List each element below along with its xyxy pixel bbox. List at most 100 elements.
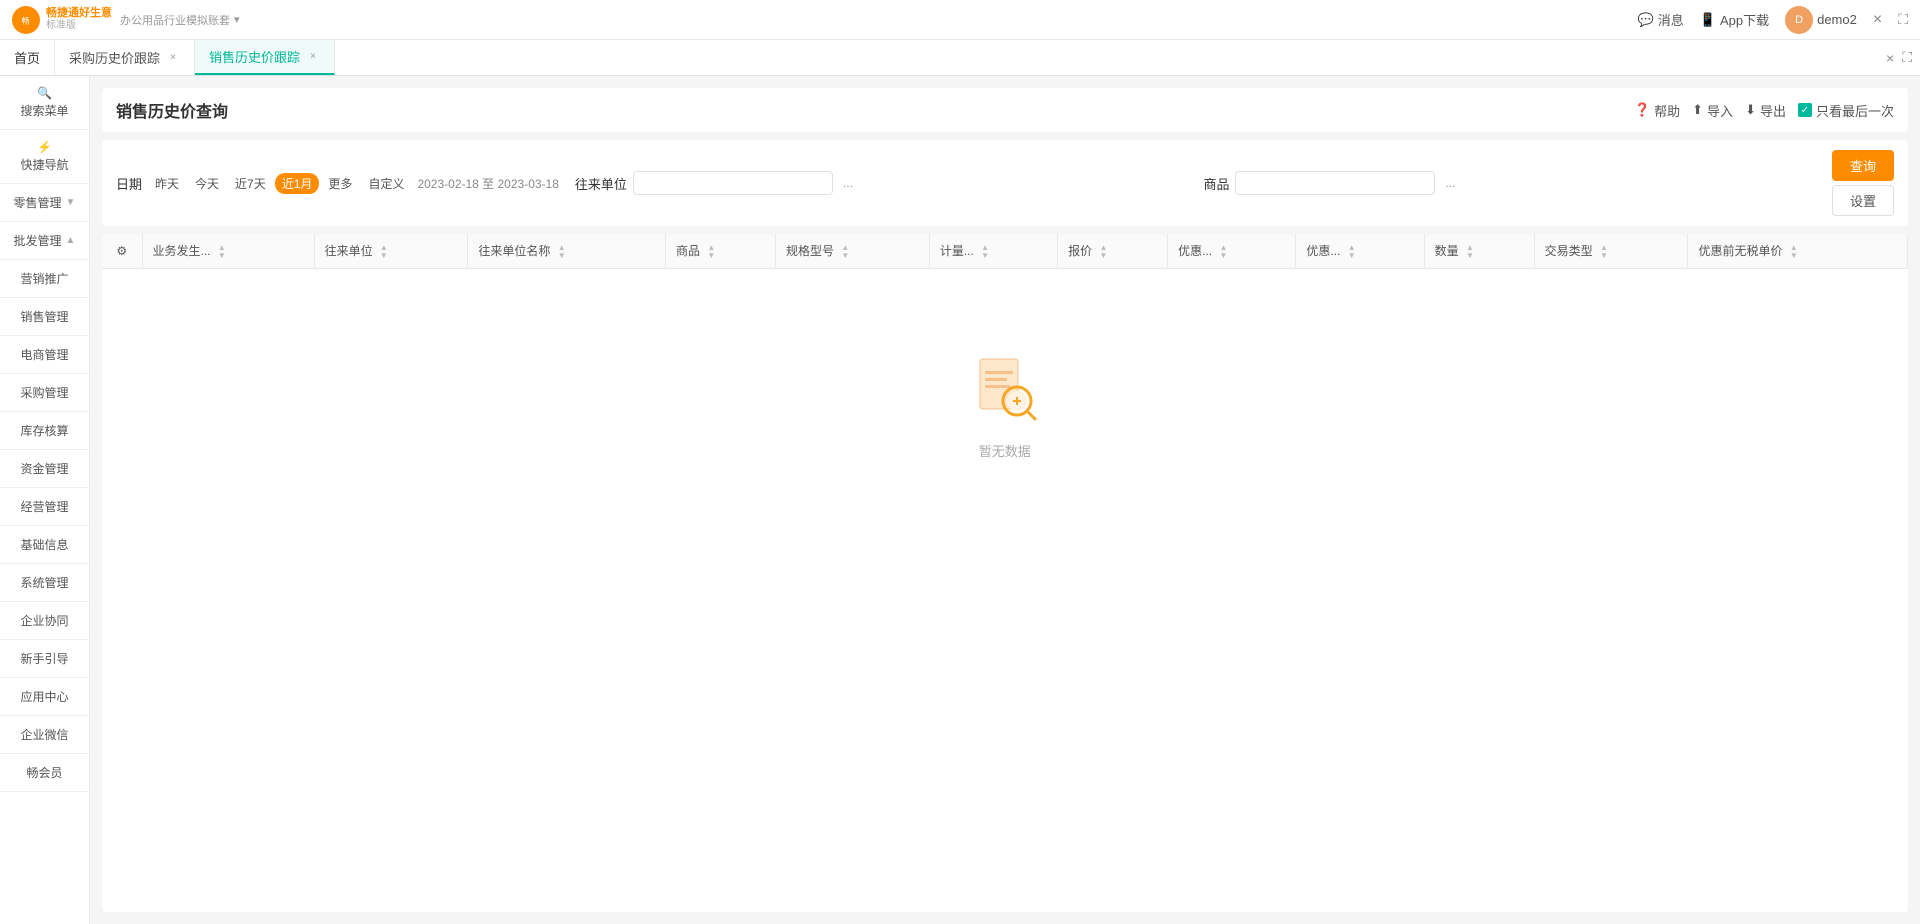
tab-fullscreen-icon[interactable]: ⛶ (1902, 49, 1912, 66)
date-label: 日期 (116, 174, 142, 193)
date-btn-custom[interactable]: 自定义 (361, 173, 411, 194)
sort-arrows-partner-code: ▲▼ (380, 244, 388, 260)
sidebar-item-ecommerce[interactable]: 电商管理 (0, 336, 89, 374)
tab-sales-history[interactable]: 销售历史价跟踪 × (195, 40, 335, 75)
retail-mgmt-label: 零售管理 (14, 194, 62, 211)
col-partner-code[interactable]: 往来单位 ▲▼ (314, 234, 468, 268)
sidebar-item-app-center[interactable]: 应用中心 (0, 678, 89, 716)
svg-text:畅: 畅 (22, 15, 30, 25)
col-spec[interactable]: 规格型号 ▲▼ (776, 234, 930, 268)
sidebar-item-basic-info[interactable]: 基础信息 (0, 526, 89, 564)
page-title: 销售历史价查询 (116, 98, 228, 122)
sidebar-item-inventory[interactable]: 库存核算 (0, 412, 89, 450)
filter-bar: 日期 昨天 今天 近7天 近1月 更多 自定义 2023-02-18 至 202… (102, 140, 1908, 226)
product-input[interactable] (1235, 171, 1435, 195)
app-download-icon: 📱 (1700, 12, 1716, 28)
date-btn-more[interactable]: 更多 (321, 173, 359, 194)
empty-text: 暂无数据 (979, 441, 1031, 460)
col-partner-name-label: 往来单位名称 (478, 244, 550, 258)
quick-nav-label: 快捷导航 (20, 156, 68, 173)
sidebar: 🔍 搜索菜单 ⚡ 快捷导航 零售管理 ▼ 批发管理 ▲ 营销推广 销售管理 电商… (0, 76, 90, 924)
col-pretax-price[interactable]: 优惠前无税单价 ▲▼ (1688, 234, 1908, 268)
wholesale-mgmt-arrow: ▲ (66, 235, 76, 246)
tab-purchase-history-close[interactable]: × (166, 51, 180, 65)
sidebar-item-operations[interactable]: 经营管理 (0, 488, 89, 526)
inventory-label: 库存核算 (20, 422, 68, 439)
sidebar-item-retail-mgmt[interactable]: 零售管理 ▼ (0, 184, 89, 222)
col-settings[interactable]: ⚙ (102, 234, 142, 268)
tab-close-all-icon[interactable]: × (1886, 50, 1894, 66)
col-product[interactable]: 商品 ▲▼ (665, 234, 775, 268)
date-options: 昨天 今天 近7天 近1月 更多 自定义 (148, 173, 411, 194)
app-download-action[interactable]: 📱 App下载 (1700, 10, 1769, 29)
sidebar-item-system[interactable]: 系统管理 (0, 564, 89, 602)
product-label: 商品 (1203, 174, 1229, 193)
query-button[interactable]: 查询 (1832, 150, 1894, 181)
table-header-row: ⚙ 业务发生... ▲▼ 往来单位 ▲▼ (102, 234, 1908, 268)
main-layout: 🔍 搜索菜单 ⚡ 快捷导航 零售管理 ▼ 批发管理 ▲ 营销推广 销售管理 电商… (0, 76, 1920, 924)
app-selector[interactable]: 办公用品行业模拟账套 ▾ (120, 12, 240, 28)
import-button[interactable]: ⬆ 导入 (1692, 101, 1733, 120)
tab-home[interactable]: 首页 (0, 40, 55, 75)
sidebar-item-purchase-mgmt[interactable]: 采购管理 (0, 374, 89, 412)
username: demo2 (1817, 12, 1857, 27)
col-trade-type[interactable]: 交易类型 ▲▼ (1534, 234, 1688, 268)
help-label: 帮助 (1654, 101, 1680, 120)
tab-sales-history-label: 销售历史价跟踪 (209, 47, 300, 66)
sort-arrows-product: ▲▼ (707, 244, 715, 260)
user-profile[interactable]: D demo2 (1785, 6, 1857, 34)
sidebar-item-member[interactable]: 畅会员 (0, 754, 89, 792)
sidebar-item-sales-mgmt[interactable]: 销售管理 (0, 298, 89, 336)
sidebar-item-finance[interactable]: 资金管理 (0, 450, 89, 488)
sidebar-item-marketing[interactable]: 营销推广 (0, 260, 89, 298)
col-discount2[interactable]: 优惠... ▲▼ (1296, 234, 1424, 268)
col-partner-code-label: 往来单位 (325, 244, 373, 258)
sidebar-item-wholesale-mgmt[interactable]: 批发管理 ▲ (0, 222, 89, 260)
window-close-btn[interactable]: × (1873, 11, 1882, 29)
settings-button[interactable]: 设置 (1832, 185, 1894, 216)
page-content: 销售历史价查询 ❓ 帮助 ⬆ 导入 ⬇ 导出 ✓ (90, 76, 1920, 924)
member-label: 畅会员 (26, 764, 62, 781)
date-btn-last1m[interactable]: 近1月 (275, 173, 320, 194)
partner-filter-group: 往来单位 ... (575, 171, 1188, 195)
col-unit[interactable]: 计量... ▲▼ (929, 234, 1057, 268)
col-spec-label: 规格型号 (786, 244, 834, 258)
product-ellipsis-btn[interactable]: ... (1441, 174, 1459, 192)
window-maximize-btn[interactable]: ⛶ (1898, 11, 1908, 28)
tab-sales-history-close[interactable]: × (306, 50, 320, 64)
top-bar-right: 💬 消息 📱 App下载 D demo2 × ⛶ (1638, 6, 1908, 34)
data-table: ⚙ 业务发生... ▲▼ 往来单位 ▲▼ (102, 234, 1908, 540)
col-qty[interactable]: 数量 ▲▼ (1424, 234, 1534, 268)
date-btn-last7[interactable]: 近7天 (228, 173, 273, 194)
basic-info-label: 基础信息 (20, 536, 68, 553)
dropdown-icon: ▾ (234, 13, 240, 26)
sidebar-item-quick-nav[interactable]: ⚡ 快捷导航 (0, 130, 89, 184)
partner-ellipsis-btn[interactable]: ... (839, 174, 857, 192)
export-button[interactable]: ⬇ 导出 (1745, 101, 1786, 120)
date-btn-yesterday[interactable]: 昨天 (148, 173, 186, 194)
top-bar: 畅 畅捷通好生意 标准版 办公用品行业模拟账套 ▾ 💬 消息 📱 App下载 D… (0, 0, 1920, 40)
only-last-checkbox[interactable]: ✓ (1798, 103, 1812, 117)
col-quote[interactable]: 报价 ▲▼ (1058, 234, 1168, 268)
partner-input[interactable] (633, 171, 833, 195)
quick-nav-icon: ⚡ (37, 140, 52, 154)
col-partner-name[interactable]: 往来单位名称 ▲▼ (468, 234, 666, 268)
sort-arrows-biz-date: ▲▼ (218, 244, 226, 260)
help-button[interactable]: ❓ 帮助 (1634, 101, 1680, 120)
sidebar-item-guide[interactable]: 新手引导 (0, 640, 89, 678)
sidebar-item-wechat[interactable]: 企业微信 (0, 716, 89, 754)
tab-purchase-history[interactable]: 采购历史价跟踪 × (55, 40, 195, 75)
purchase-mgmt-label: 采购管理 (20, 384, 68, 401)
sort-arrows-quote: ▲▼ (1099, 244, 1107, 260)
col-discount1[interactable]: 优惠... ▲▼ (1168, 234, 1296, 268)
search-menu-icon: 🔍 (37, 86, 52, 100)
sidebar-item-enterprise[interactable]: 企业协同 (0, 602, 89, 640)
app-name: 办公用品行业模拟账套 (120, 12, 230, 28)
message-action[interactable]: 💬 消息 (1638, 10, 1684, 29)
only-last-checkbox-group[interactable]: ✓ 只看最后一次 (1798, 101, 1894, 120)
tab-actions: × ⛶ (1878, 40, 1920, 75)
top-bar-left: 畅 畅捷通好生意 标准版 办公用品行业模拟账套 ▾ (12, 6, 240, 34)
sidebar-item-search-menu[interactable]: 🔍 搜索菜单 (0, 76, 89, 130)
col-biz-date[interactable]: 业务发生... ▲▼ (142, 234, 314, 268)
date-btn-today[interactable]: 今天 (188, 173, 226, 194)
